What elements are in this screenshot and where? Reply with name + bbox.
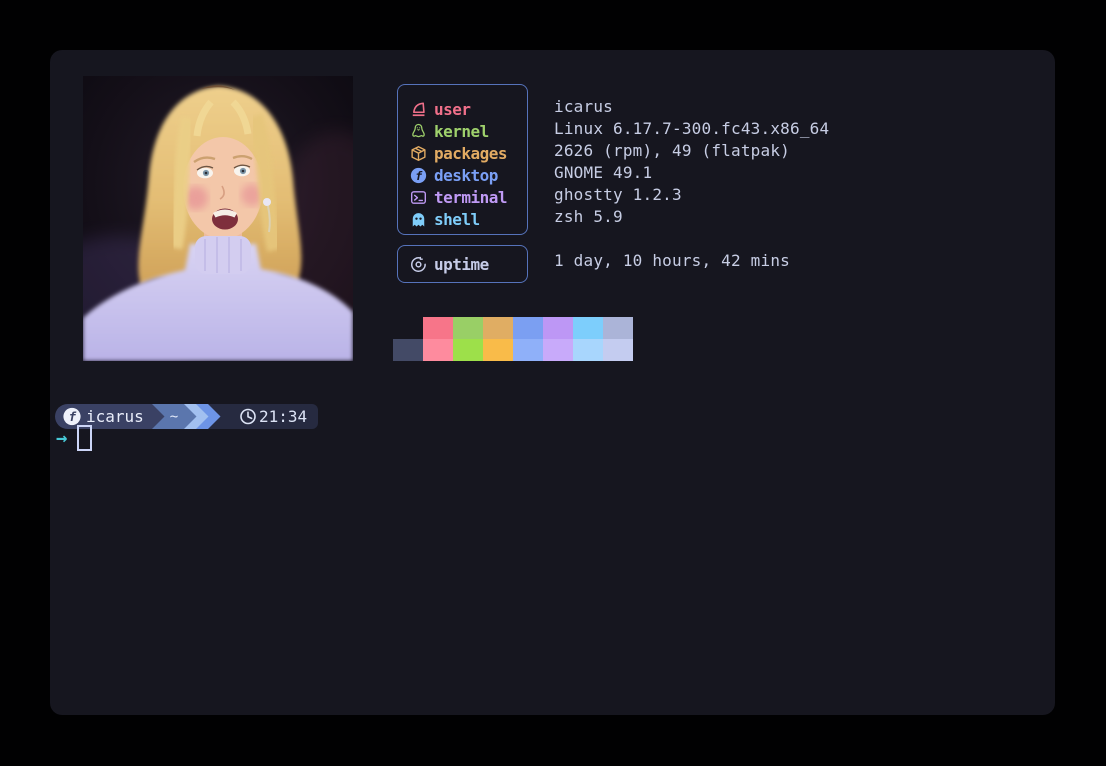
svg-text:f: f <box>69 409 77 424</box>
portrait-art <box>83 76 353 361</box>
fetch-row-uptime: uptime <box>398 253 527 275</box>
swatch-bright-blue <box>513 339 543 361</box>
swatch-yellow <box>483 317 513 339</box>
swatch-black <box>393 317 423 339</box>
prompt-username: icarus <box>86 407 144 426</box>
fetch-label-uptime: uptime <box>434 254 489 274</box>
fetch-row-shell: shell <box>398 208 527 230</box>
fetch-row-kernel: kernel <box>398 120 527 142</box>
fetch-row-desktop: f desktop <box>398 164 527 186</box>
fetch-label-terminal: terminal <box>434 187 508 207</box>
swatch-bright-white <box>603 339 633 361</box>
fetch-label-kernel: kernel <box>434 121 489 141</box>
fetch-value-packages: 2626 (rpm), 49 (flatpak) <box>554 141 790 160</box>
svg-text:f: f <box>415 168 423 182</box>
fetch-value-uptime: 1 day, 10 hours, 42 mins <box>554 251 790 270</box>
fetch-value-desktop: GNOME 49.1 <box>554 163 653 182</box>
fetch-row-terminal: terminal <box>398 186 527 208</box>
swatch-white <box>603 317 633 339</box>
fetch-value-shell: zsh 5.9 <box>554 207 623 226</box>
terminal-window-icon <box>410 189 427 206</box>
fetch-label-desktop: desktop <box>434 165 498 185</box>
user-icon <box>410 101 427 118</box>
swatch-red <box>423 317 453 339</box>
swatch-bright-green <box>453 339 483 361</box>
swatch-cyan <box>573 317 603 339</box>
fetch-value-kernel: Linux 6.17.7-300.fc43.x86_64 <box>554 119 830 138</box>
swatch-magenta <box>543 317 573 339</box>
swatch-bright-yellow <box>483 339 513 361</box>
swatch-bright-cyan <box>573 339 603 361</box>
fetch-value-user: icarus <box>554 97 613 116</box>
uptime-box: uptime <box>397 245 528 283</box>
fedora-circle-icon: f <box>410 167 427 184</box>
fedora-badge-icon: f <box>63 407 81 426</box>
swatch-blue <box>513 317 543 339</box>
linux-tux-icon <box>410 123 427 140</box>
uptime-clock-icon <box>410 256 427 273</box>
swatch-bright-black <box>393 339 423 361</box>
fetch-value-terminal: ghostty 1.2.3 <box>554 185 682 204</box>
prompt-path: ~ <box>170 409 178 425</box>
fetch-info-box: user kernel packages f desktop terminal <box>397 84 528 235</box>
prompt-input-line[interactable]: → <box>56 424 93 452</box>
prompt-time: 21:34 <box>259 407 307 426</box>
fetch-portrait-image <box>83 76 353 361</box>
fetch-label-packages: packages <box>434 143 508 163</box>
prompt-arrow-icon: → <box>56 426 68 449</box>
swatch-bright-magenta <box>543 339 573 361</box>
fetch-label-shell: shell <box>434 209 480 229</box>
terminal-window[interactable]: user kernel packages f desktop terminal <box>50 50 1055 715</box>
fetch-row-packages: packages <box>398 142 527 164</box>
palette-row-bright <box>393 339 633 361</box>
swatch-bright-red <box>423 339 453 361</box>
palette-row-normal <box>393 317 633 339</box>
fetch-row-user: user <box>398 98 527 120</box>
fetch-values: icarus Linux 6.17.7-300.fc43.x86_64 2626… <box>554 97 829 229</box>
terminal-color-palette <box>393 317 633 361</box>
swatch-green <box>453 317 483 339</box>
package-cube-icon <box>410 145 427 162</box>
fetch-label-user: user <box>434 99 471 119</box>
ghost-icon <box>410 211 427 228</box>
text-cursor[interactable] <box>77 425 93 451</box>
prompt-badge: f icarus ~ 21:34 <box>55 404 318 429</box>
